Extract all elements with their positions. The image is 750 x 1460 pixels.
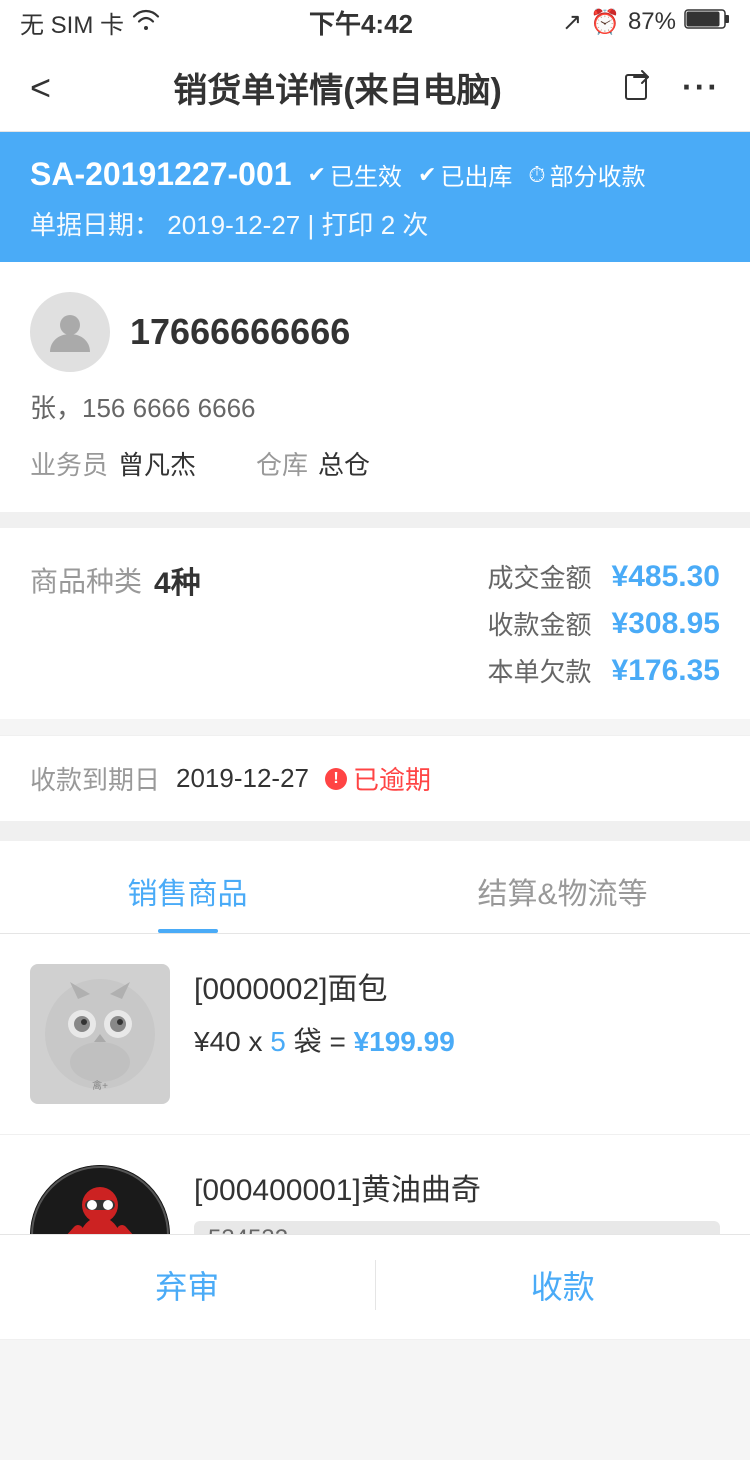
bottom-spacer: [0, 1340, 750, 1460]
page-title: 销货单详情(来自电脑): [173, 63, 502, 112]
svg-text:禽+: 禽+: [92, 1079, 108, 1092]
tab-products[interactable]: 销售商品: [0, 841, 375, 933]
stats-section: 商品种类 4种 成交金额 ¥485.30 收款金额 ¥308.95 本单欠款 ¥…: [0, 528, 750, 719]
battery-text: 87%: [628, 8, 676, 36]
battery-icon: [684, 8, 730, 37]
customer-sub: 张，156 6666 6666: [30, 388, 720, 425]
print-suffix: 次: [402, 210, 428, 240]
product-qty-1: 5: [270, 1026, 286, 1057]
status-badge-active: ✔ 已生效: [308, 157, 402, 192]
carrier-text: 无 SIM 卡: [20, 5, 124, 40]
stats-right: 成交金额 ¥485.30 收款金额 ¥308.95 本单欠款 ¥176.35: [488, 558, 720, 689]
collect-button[interactable]: 收款: [376, 1242, 750, 1328]
back-button[interactable]: <: [30, 67, 51, 109]
clock-icon: ⏱: [528, 162, 545, 188]
status-badge-partial: ⏱ 部分收款: [528, 157, 645, 192]
sales-name: 曾凡杰: [118, 445, 196, 482]
product-name-2: [000400001]黄油曲奇: [194, 1165, 720, 1209]
customer-row: 17666666666: [30, 292, 720, 372]
product-name-1: [0000002]面包: [194, 964, 720, 1008]
product-image-1: 禽+: [30, 964, 170, 1104]
check-icon-1: ✔: [308, 162, 326, 188]
nav-actions: ···: [624, 67, 720, 108]
due-label: 收款到期日: [30, 760, 160, 797]
tabs: 销售商品 结算&物流等: [0, 841, 750, 934]
status-left: 无 SIM 卡: [20, 5, 160, 40]
location-icon: ↗: [562, 8, 582, 37]
header-date-row: 单据日期： 2019-12-27 | 打印 2 次: [30, 205, 720, 242]
collected-amount: ¥308.95: [612, 607, 720, 641]
bottom-bar: 弃审 收款: [0, 1234, 750, 1334]
due-date: 2019-12-27: [176, 763, 309, 794]
cancel-review-button[interactable]: 弃审: [0, 1242, 375, 1328]
due-section: 收款到期日 2019-12-27 ! 已逾期: [0, 735, 750, 821]
deal-row: 成交金额 ¥485.30: [488, 558, 720, 595]
nav-bar: < 销货单详情(来自电脑) ···: [0, 44, 750, 132]
divider-1: [0, 512, 750, 528]
warehouse-name: 总仓: [318, 445, 370, 482]
warehouse-label: 仓库: [256, 445, 308, 482]
warehouse-meta: 仓库 总仓: [256, 445, 370, 482]
category-label: 商品种类: [30, 560, 142, 600]
date-label: 单据日期：: [30, 210, 160, 240]
customer-section: 17666666666 张，156 6666 6666 业务员 曾凡杰 仓库 总…: [0, 262, 750, 512]
overdue-text: 已逾期: [353, 760, 431, 797]
overdue-dot-icon: !: [325, 768, 347, 790]
stats-left: 商品种类 4种: [30, 558, 201, 602]
product-info-1: [0000002]面包 ¥40 x 5 袋 = ¥199.99: [194, 964, 720, 1060]
sales-meta: 业务员 曾凡杰: [30, 445, 196, 482]
debt-amount: ¥176.35: [612, 654, 720, 688]
tab-settlement[interactable]: 结算&物流等: [375, 841, 750, 933]
overdue-badge: ! 已逾期: [325, 760, 431, 797]
avatar: [30, 292, 110, 372]
status-badge-out: ✔ 已出库: [418, 157, 512, 192]
customer-phone: 17666666666: [130, 311, 350, 353]
print-label: | 打印: [307, 210, 373, 240]
tab-settlement-label: 结算&物流等: [477, 878, 647, 911]
order-id-row: SA-20191227-001 ✔ 已生效 ✔ 已出库 ⏱ 部分收款: [30, 156, 720, 193]
tab-products-label: 销售商品: [128, 878, 248, 911]
product-item: 禽+ [0000002]面包 ¥40 x 5 袋 = ¥199.99: [0, 934, 750, 1135]
check-icon-2: ✔: [418, 162, 436, 188]
wifi-icon: [132, 8, 160, 37]
product-price-row-1: ¥40 x 5 袋 = ¥199.99: [194, 1020, 720, 1060]
status-bar: 无 SIM 卡 下午4:42 ↗ ⏰ 87%: [0, 0, 750, 44]
header-banner: SA-20191227-001 ✔ 已生效 ✔ 已出库 ⏱ 部分收款 单据日期：…: [0, 132, 750, 262]
product-total-1: ¥199.99: [354, 1026, 455, 1057]
order-date: 2019-12-27: [167, 210, 300, 240]
category-count: 4种: [154, 558, 201, 602]
alarm-icon: ⏰: [590, 8, 620, 37]
more-icon[interactable]: ···: [682, 69, 720, 106]
order-id: SA-20191227-001: [30, 156, 292, 193]
stats-row: 商品种类 4种 成交金额 ¥485.30 收款金额 ¥308.95 本单欠款 ¥…: [30, 558, 720, 689]
sales-label: 业务员: [30, 445, 108, 482]
print-count: 2: [381, 210, 395, 240]
big-divider: [0, 821, 750, 841]
collected-label: 收款金额: [488, 605, 592, 642]
collected-row: 收款金额 ¥308.95: [488, 605, 720, 642]
status-right: ↗ ⏰ 87%: [562, 8, 730, 37]
status-time: 下午4:42: [309, 4, 413, 41]
debt-label: 本单欠款: [488, 652, 592, 689]
deal-amount: ¥485.30: [612, 560, 720, 594]
share-icon[interactable]: [624, 67, 658, 108]
customer-meta: 业务员 曾凡杰 仓库 总仓: [30, 445, 720, 482]
deal-label: 成交金额: [488, 558, 592, 595]
debt-row: 本单欠款 ¥176.35: [488, 652, 720, 689]
